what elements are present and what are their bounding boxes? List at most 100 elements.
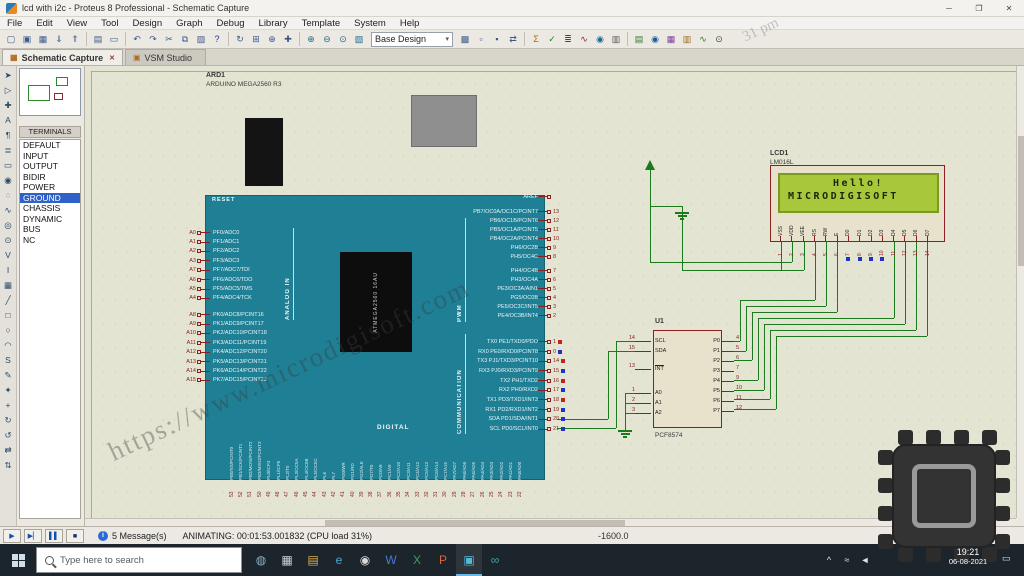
watch-window-icon[interactable]: ◉ bbox=[647, 32, 663, 47]
paste-icon[interactable]: ▨ bbox=[193, 32, 209, 47]
PA5/AD5[interactable]: PA5/AD527 bbox=[469, 434, 478, 497]
message-count[interactable]: 5 Message(s) bbox=[112, 531, 167, 541]
PC1/A9[interactable]: PC1/A936 bbox=[385, 434, 394, 497]
refresh-icon[interactable]: ↻ bbox=[232, 32, 248, 47]
arduino-value[interactable]: ARDUINO MEGA2560 R3 bbox=[206, 81, 282, 88]
cortana-icon[interactable]: ◍ bbox=[248, 544, 274, 576]
expander-int-pin[interactable]: 13INT bbox=[623, 364, 664, 374]
arduino-usb-connector[interactable] bbox=[245, 118, 283, 186]
PC2/A10[interactable]: PC2/A1035 bbox=[394, 434, 403, 497]
terminal-list-item[interactable]: INPUT bbox=[20, 151, 80, 162]
lcd-ref[interactable]: LCD1 bbox=[770, 150, 788, 157]
menu-item[interactable]: Graph bbox=[169, 18, 209, 29]
menu-item[interactable]: File bbox=[0, 18, 29, 29]
PE3/OC3A/AIN1[interactable]: PE3/OC3A/AIN15 bbox=[450, 284, 556, 293]
A2[interactable]: 3A2 bbox=[623, 408, 662, 418]
PB0/SS/PCINT0[interactable]: PB0/SS/PCINT053 bbox=[227, 434, 236, 497]
PE4/OC3B/INT4[interactable]: PE4/OC3B/INT42 bbox=[450, 311, 556, 320]
help-icon[interactable]: ? bbox=[209, 32, 225, 47]
terminal-list-item[interactable]: POWER bbox=[20, 182, 80, 193]
PB1/SCK/PCINT1[interactable]: PB1/SCK/PCINT152 bbox=[236, 434, 245, 497]
terminal-list-item[interactable]: BUS bbox=[20, 224, 80, 235]
PL3/OC5A[interactable]: PL3/OC5A46 bbox=[292, 434, 301, 497]
TX0 PE1/TXD0/PDO[interactable]: TX0 PE1/TXD0/PDO1 bbox=[450, 337, 565, 347]
menu-item[interactable]: Debug bbox=[210, 18, 252, 29]
PH6/OC2B[interactable]: PH6/OC2B9 bbox=[450, 243, 559, 252]
menu-item[interactable]: Edit bbox=[29, 18, 59, 29]
stop-button[interactable]: ■ bbox=[66, 529, 84, 543]
close-button[interactable]: ✕ bbox=[994, 0, 1024, 17]
PL5/OC5C[interactable]: PL5/OC5C44 bbox=[311, 434, 320, 497]
expander-ref[interactable]: U1 bbox=[655, 318, 664, 325]
tape-recorder-icon[interactable]: ◎ bbox=[1, 218, 16, 233]
symbol-2d-icon[interactable]: ✦ bbox=[1, 383, 16, 398]
taskbar-clock[interactable]: 19:21 06-08-2021 bbox=[938, 547, 998, 566]
design-select[interactable]: Base Design ▾ bbox=[371, 32, 453, 47]
PD7/T0[interactable]: PD7/T038 bbox=[366, 434, 375, 497]
cursor-snap-icon[interactable]: ✚ bbox=[280, 32, 296, 47]
RX0 PE0/RXD0/PCINT8[interactable]: RX0 PE0/RXD0/PCINT80 bbox=[450, 347, 565, 357]
mirror-h-icon[interactable]: ⇄ bbox=[1, 443, 16, 458]
menu-item[interactable]: Tool bbox=[94, 18, 125, 29]
play-button[interactable]: ▶ bbox=[3, 529, 21, 543]
PB7/OC0A/OC1C/PCINT7[interactable]: PB7/OC0A/OC1C/PCINT713 bbox=[450, 207, 559, 216]
PK7/ADC15/PCINT23[interactable]: A15PK7/ADC15/PCINT23 bbox=[183, 376, 267, 385]
circle-2d-icon[interactable]: ○ bbox=[1, 323, 16, 338]
current-probe-icon[interactable]: I bbox=[1, 263, 16, 278]
notification-center-icon[interactable]: ▭ bbox=[1002, 553, 1011, 564]
PK4/ADC12/PCINT20[interactable]: A12PK4/ADC12/PCINT20 bbox=[183, 348, 267, 357]
PA6/AD6[interactable]: PA6/AD628 bbox=[459, 434, 468, 497]
menu-item[interactable]: System bbox=[347, 18, 393, 29]
RX1 PD2/RXD1/INT2[interactable]: RX1 PD2/RXD1/INT219 bbox=[450, 405, 565, 415]
D3[interactable]: D310 bbox=[877, 216, 888, 261]
PF3/ADC3[interactable]: A3PF3/ADC3 bbox=[183, 256, 252, 265]
runtime-log-icon[interactable]: ▤ bbox=[631, 32, 647, 47]
arduino-ide-icon[interactable]: ∞ bbox=[482, 544, 508, 576]
PF6/ADC6/TDO[interactable]: A6PF6/ADC6/TDO bbox=[183, 275, 252, 284]
voltage-probe-icon[interactable]: V bbox=[1, 248, 16, 263]
proteus-icon[interactable]: ▣ bbox=[456, 544, 482, 576]
terminal-list-item[interactable]: GROUND bbox=[20, 193, 80, 204]
PK5/ADC13/PCINT21[interactable]: A13PK5/ADC13/PCINT21 bbox=[183, 357, 267, 366]
arc-2d-icon[interactable]: ◠ bbox=[1, 338, 16, 353]
VEE[interactable]: VEE3 bbox=[798, 216, 809, 261]
PF2/ADC2[interactable]: A2PF2/ADC2 bbox=[183, 247, 252, 256]
property-icon[interactable]: ▥ bbox=[608, 32, 624, 47]
erc-check-icon[interactable]: ✓ bbox=[544, 32, 560, 47]
RX3 PJ0/RXD3/PCINT9[interactable]: RX3 PJ0/RXD3/PCINT915 bbox=[450, 366, 565, 376]
rotate-cw-icon[interactable]: ↻ bbox=[1, 413, 16, 428]
menu-item[interactable]: Design bbox=[126, 18, 170, 29]
PL2/T5[interactable]: PL2/T547 bbox=[283, 434, 292, 497]
PF0/ADC0[interactable]: A0PF0/ADC0 bbox=[183, 228, 252, 237]
search-icon[interactable]: ◉ bbox=[592, 32, 608, 47]
edge-icon[interactable]: e bbox=[326, 544, 352, 576]
PC7/A15[interactable]: PC7/A1530 bbox=[441, 434, 450, 497]
PB5/OC1A/PCINT5[interactable]: PB5/OC1A/PCINT511 bbox=[450, 225, 559, 234]
mark-area-icon[interactable]: ▭ bbox=[106, 32, 122, 47]
PC0/A8[interactable]: PC0/A837 bbox=[376, 434, 385, 497]
VDD[interactable]: VDD2 bbox=[786, 216, 797, 261]
RS[interactable]: RS4 bbox=[809, 216, 820, 261]
diagnostics-icon[interactable]: ∿ bbox=[695, 32, 711, 47]
PH3/OC4A[interactable]: PH3/OC4A6 bbox=[450, 275, 556, 284]
chrome-icon[interactable]: ◉ bbox=[352, 544, 378, 576]
PG5/OC0B[interactable]: PG5/OC0B4 bbox=[450, 293, 556, 302]
TX3 PJ1/TXD3/PCINT10[interactable]: TX3 PJ1/TXD3/PCINT1014 bbox=[450, 356, 565, 366]
tab-schematic-capture[interactable]: ▦ Schematic Capture ✕ bbox=[2, 49, 123, 65]
redo-icon[interactable]: ↷ bbox=[145, 32, 161, 47]
menu-item[interactable]: Library bbox=[252, 18, 295, 29]
text-2d-icon[interactable]: ✎ bbox=[1, 368, 16, 383]
PC3/A11[interactable]: PC3/A1134 bbox=[404, 434, 413, 497]
zoom-out-icon[interactable]: ⊖ bbox=[319, 32, 335, 47]
zoom-extents-icon[interactable]: ⊙ bbox=[335, 32, 351, 47]
design-explorer-icon[interactable]: ▩ bbox=[457, 32, 473, 47]
export-icon[interactable]: ⇑ bbox=[67, 32, 83, 47]
virtual-instrument-icon[interactable]: ▦ bbox=[1, 278, 16, 293]
PL6[interactable]: PL643 bbox=[320, 434, 329, 497]
PF1/ADC1[interactable]: A1PF1/ADC1 bbox=[183, 237, 252, 246]
copy-icon[interactable]: ⧉ bbox=[177, 32, 193, 47]
new-file-icon[interactable]: ▢ bbox=[3, 32, 19, 47]
goto-sheet-icon[interactable]: ⇄ bbox=[505, 32, 521, 47]
tab-vsm-studio[interactable]: ▣ VSM Studio bbox=[125, 49, 206, 65]
SCL PD0/SCL/INT0[interactable]: SCL PD0/SCL/INT021 bbox=[450, 424, 565, 434]
